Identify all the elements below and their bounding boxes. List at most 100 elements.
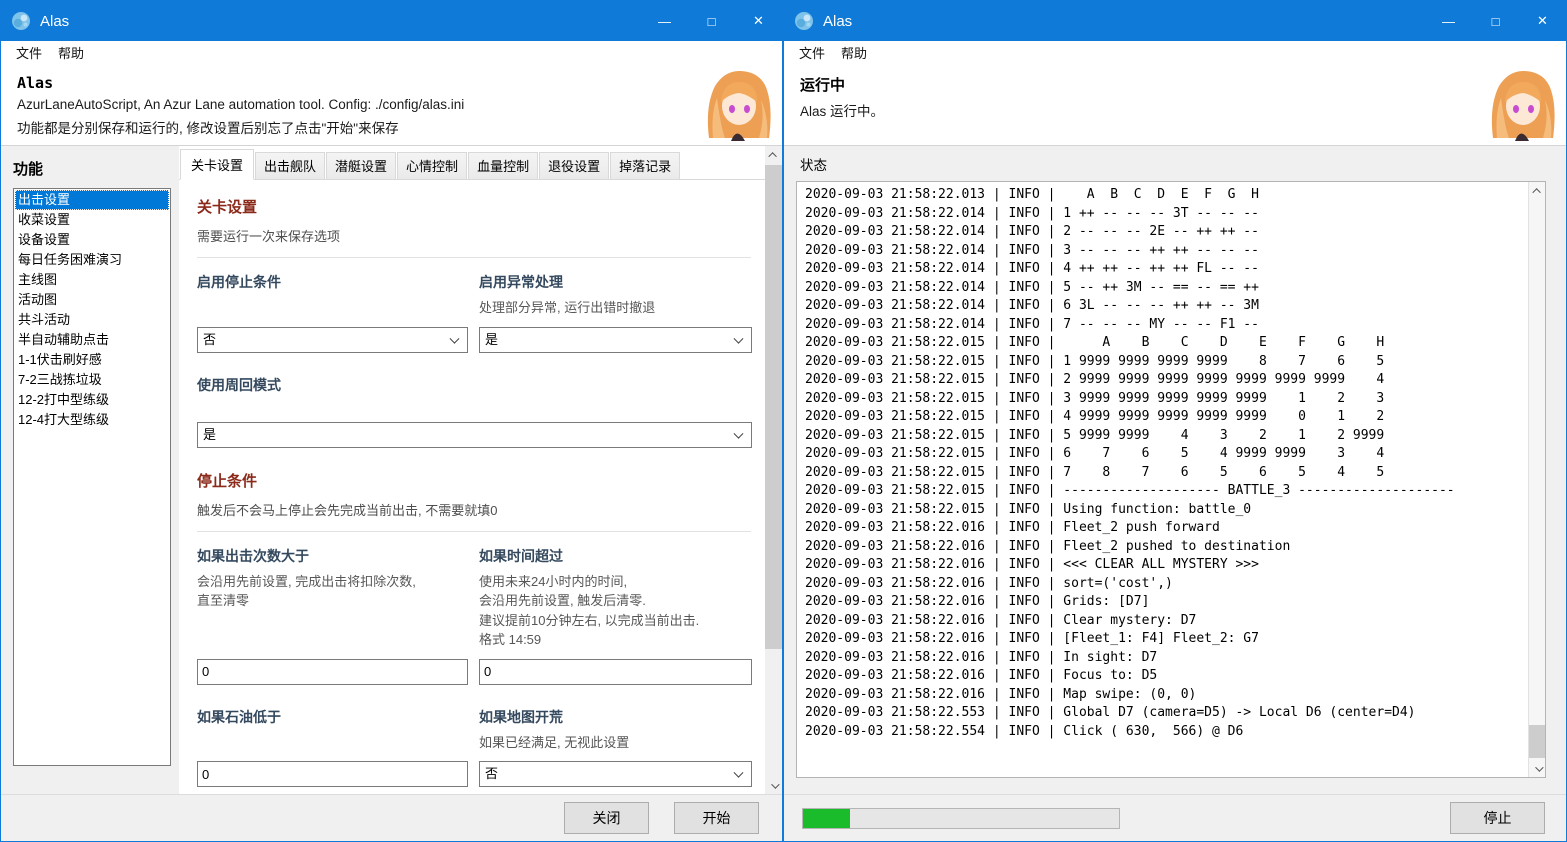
map-clear-select[interactable]: 否 [479, 761, 752, 787]
log-line: 2020-09-03 21:58:22.016 | INFO | Map swi… [805, 686, 1197, 702]
window-title: Alas [40, 12, 70, 30]
scrollbar-thumb[interactable] [1529, 725, 1545, 758]
log-line: 2020-09-03 21:58:22.554 | INFO | Click (… [805, 723, 1244, 739]
app-title: Alas [17, 74, 54, 92]
sidebar-item[interactable]: 12-4打大型练级 [15, 410, 169, 430]
status-label: 状态 [800, 157, 827, 173]
progress-bar [802, 807, 1120, 829]
sidebar-item[interactable]: 每日任务困难演习 [15, 250, 169, 270]
tab[interactable]: 潜艇设置 [326, 152, 397, 179]
minimize-button[interactable]: — [1425, 1, 1472, 41]
log-line: 2020-09-03 21:58:22.016 | INFO | [Fleet_… [805, 631, 1259, 646]
sidebar-item[interactable]: 主线图 [15, 270, 169, 290]
desc-line: 格式 14:59 [479, 632, 542, 647]
sidebar-item[interactable]: 收菜设置 [15, 210, 169, 230]
if-time-exceeds-input[interactable] [479, 658, 752, 685]
desktop: Alas — □ ✕ 文件 帮助 Alas AzurLaneAutoScript… [0, 0, 1567, 842]
stop-button[interactable]: 停止 [1450, 802, 1545, 834]
close-window-button[interactable]: 关闭 [564, 802, 649, 834]
titlebar: Alas — □ ✕ [784, 1, 1566, 41]
sidebar-item[interactable]: 7-2三战拣垃圾 [15, 370, 169, 390]
log-line: 2020-09-03 21:58:22.015 | INFO | 7 8 7 6… [805, 464, 1385, 480]
titlebar: Alas — □ ✕ [1, 1, 782, 41]
footer: 停止 [784, 794, 1566, 841]
stop-condition-enable-select[interactable]: 否 [197, 326, 468, 353]
section-title: 关卡设置 [197, 199, 258, 216]
log-line: 2020-09-03 21:58:22.015 | INFO | 3 9999 … [805, 390, 1385, 406]
log-line: 2020-09-03 21:58:22.015 | INFO | 4 9999 … [805, 409, 1385, 424]
minimize-button[interactable]: — [641, 1, 688, 41]
menu-help[interactable]: 帮助 [50, 41, 92, 64]
sidebar-item[interactable]: 出击设置 [15, 190, 169, 210]
log-line: 2020-09-03 21:58:22.014 | INFO | 4 ++ ++… [805, 261, 1259, 276]
tab[interactable]: 出击舰队 [255, 152, 326, 179]
log-line: 2020-09-03 21:58:22.015 | INFO | -------… [805, 483, 1455, 498]
sidebar-item[interactable]: 活动图 [15, 290, 169, 310]
log-line: 2020-09-03 21:58:22.553 | INFO | Global … [805, 705, 1416, 720]
log-window: Alas — □ ✕ 文件 帮助 运行中 Alas 运行中。 状态 2020-0… [783, 0, 1567, 842]
start-button[interactable]: 开始 [674, 802, 759, 834]
menu-file[interactable]: 文件 [8, 41, 50, 64]
progress-fill [803, 808, 851, 828]
log-line: 2020-09-03 21:58:22.015 | INFO | 6 7 6 5… [805, 446, 1385, 461]
sidebar: 功能 出击设置 收菜设置 设备设置 每日任务困难演习 主线图 活动图 共斗活动 … [1, 146, 179, 794]
scrollbar-thumb[interactable] [765, 165, 782, 649]
scroll-down-button[interactable] [765, 777, 782, 794]
scroll-down-button[interactable] [1529, 760, 1545, 777]
divider [197, 257, 751, 258]
exception-handling-select[interactable]: 是 [479, 326, 752, 353]
app-description: AzurLaneAutoScript, An Azur Lane automat… [17, 97, 465, 112]
window-title: Alas [823, 12, 853, 30]
tab[interactable]: 掉落记录 [610, 152, 681, 179]
log-line: 2020-09-03 21:58:22.014 | INFO | 1 ++ --… [805, 205, 1259, 221]
field-stop-condition-enable: 启用停止条件 否 [197, 272, 468, 353]
section-desc: 触发后不会马上停止会先完成当前出击, 不需要就填0 [197, 502, 498, 518]
log-line: 2020-09-03 21:58:22.016 | INFO | Clear m… [805, 612, 1197, 628]
desc-line: 会沿用先前设置, 触发后清零. [479, 593, 646, 608]
tab[interactable]: 心情控制 [397, 152, 468, 179]
field-if-time-exceeds: 如果时间超过 使用未来24小时内的时间, 会沿用先前设置, 触发后清零. 建议提前1… [479, 546, 752, 685]
field-map-clear: 如果地图开荒 如果已经满足, 无视此设置 否 [479, 707, 752, 787]
loop-mode-select[interactable]: 是 [197, 421, 752, 448]
field-exception-handling: 启用异常处理 处理部分异常, 运行出错时撤退 是 [479, 272, 752, 353]
avatar [701, 68, 774, 141]
close-button[interactable]: ✕ [735, 1, 782, 41]
maximize-button[interactable]: □ [1472, 1, 1519, 41]
footer: 关闭 开始 [1, 794, 782, 841]
menu-file[interactable]: 文件 [791, 41, 833, 64]
chevron-down-icon [733, 333, 744, 344]
if-oil-below-input[interactable] [197, 761, 468, 787]
section-title: 停止条件 [197, 472, 258, 490]
log-line: 2020-09-03 21:58:22.015 | INFO | 5 9999 … [805, 427, 1385, 443]
maximize-button[interactable]: □ [688, 1, 735, 41]
log-line: 2020-09-03 21:58:22.016 | INFO | Grids: … [805, 594, 1150, 609]
tab[interactable]: 血量控制 [468, 152, 539, 179]
log-scrollbar [1528, 182, 1545, 777]
tab[interactable]: 关卡设置 [180, 149, 255, 180]
divider [197, 530, 751, 532]
desc-line: 直至清零 [197, 593, 250, 608]
desc-line: 建议提前10分钟左右, 以完成当前出击. [479, 612, 700, 628]
log-line: 2020-09-03 21:58:22.014 | INFO | 2 -- --… [805, 224, 1259, 239]
run-status-title: 运行中 [800, 77, 846, 94]
menu-help[interactable]: 帮助 [833, 41, 875, 64]
tab[interactable]: 退役设置 [539, 152, 610, 179]
scroll-up-button[interactable] [765, 146, 782, 163]
sidebar-item[interactable]: 共斗活动 [15, 310, 169, 330]
log-line: 2020-09-03 21:58:22.014 | INFO | 5 -- ++… [805, 279, 1259, 295]
main-panel: 关卡设置 出击舰队 潜艇设置 心情控制 血量控制 退役设置 掉落记录 关卡设置 … [179, 146, 765, 794]
sidebar-item[interactable]: 1-1伏击刷好感 [15, 350, 169, 370]
log-line: 2020-09-03 21:58:22.015 | INFO | 1 9999 … [805, 353, 1385, 369]
run-status-text: Alas 运行中。 [800, 104, 885, 119]
if-count-greater-input[interactable] [197, 658, 468, 685]
settings-content: 关卡设置 需要运行一次来保存选项 启用停止条件 否 启用异常处理 处理部分异常,… [179, 180, 765, 794]
log-line: 2020-09-03 21:58:22.016 | INFO | In sigh… [805, 649, 1158, 665]
menubar: 文件 帮助 [784, 41, 1566, 64]
scroll-up-button[interactable] [1529, 182, 1545, 199]
close-button[interactable]: ✕ [1519, 1, 1566, 41]
chevron-up-icon [767, 151, 777, 161]
sidebar-item[interactable]: 设备设置 [15, 230, 169, 250]
chevron-down-icon [449, 333, 460, 344]
sidebar-item[interactable]: 半自动辅助点击 [15, 330, 169, 350]
sidebar-item[interactable]: 12-2打中型练级 [15, 390, 169, 410]
